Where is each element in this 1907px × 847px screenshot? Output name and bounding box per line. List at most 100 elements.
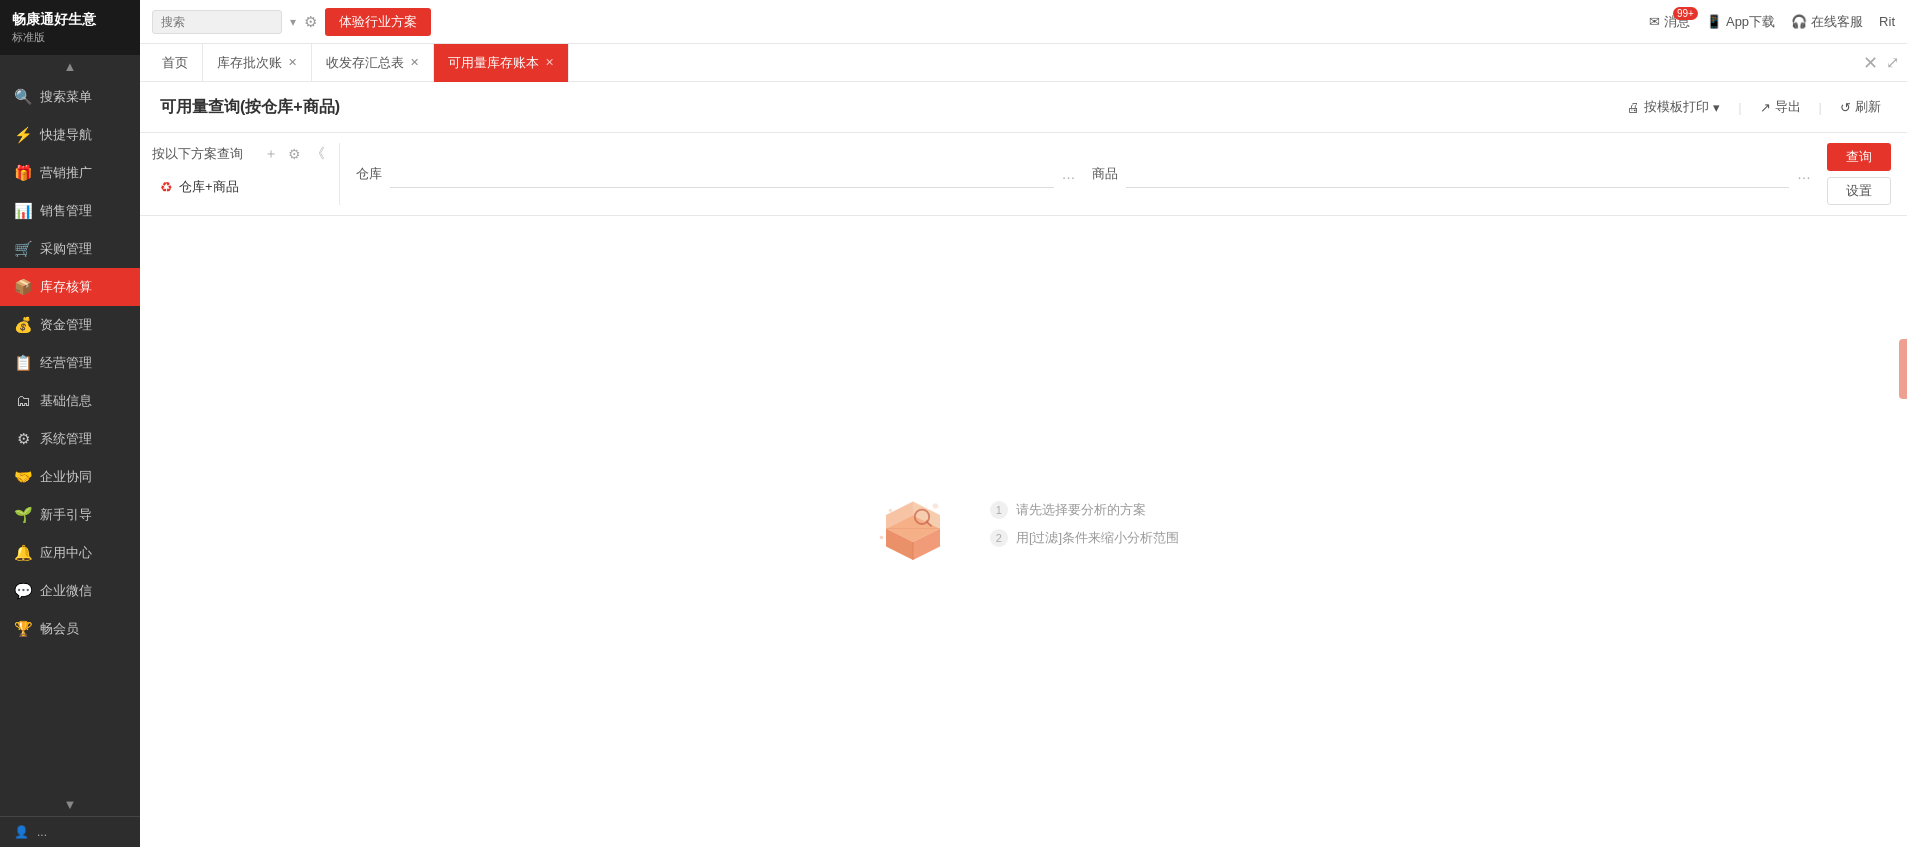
sidebar-item-marketing[interactable]: 🎁 营销推广 [0, 154, 140, 192]
query-filters-panel: 仓库 … 商品 … 查询 设置 [340, 143, 1907, 205]
sidebar-item-wechat[interactable]: 💬 企业微信 [0, 572, 140, 610]
empty-state: 1 请先选择要分析的方案 2 用[过滤]条件来缩小分析范围 [140, 216, 1907, 847]
sidebar-item-newbie[interactable]: 🌱 新手引导 [0, 496, 140, 534]
user-avatar-icon: 👤 [14, 825, 29, 839]
filter-goods-more-icon[interactable]: … [1797, 166, 1811, 182]
collapse-scheme-button[interactable]: 《 [309, 143, 327, 165]
add-scheme-button[interactable]: ＋ [262, 143, 280, 165]
settings-gear-icon[interactable]: ⚙ [304, 13, 317, 31]
export-label: 导出 [1775, 98, 1801, 116]
print-button[interactable]: 🖨 按模板打印 ▾ [1621, 94, 1726, 120]
refresh-button[interactable]: ↺ 刷新 [1834, 94, 1887, 120]
print-dropdown-icon: ▾ [1713, 100, 1720, 115]
sidebar-item-member[interactable]: 🏆 畅会员 [0, 610, 140, 648]
filter-goods-input[interactable] [1126, 160, 1790, 188]
scheme-warehouse-goods[interactable]: ♻ 仓库+商品 [152, 173, 327, 201]
scheme-label: 仓库+商品 [179, 178, 239, 196]
sidebar-item-search[interactable]: 🔍 搜索菜单 [0, 78, 140, 116]
query-schemes-panel: 按以下方案查询 ＋ ⚙ 《 ♻ 仓库+商品 [140, 143, 340, 205]
user-profile-button[interactable]: Rit [1879, 14, 1895, 29]
tab-batch-close-icon[interactable]: ✕ [288, 56, 297, 69]
online-service-button[interactable]: 🎧 在线客服 [1791, 13, 1863, 31]
hint-num-1: 1 [990, 501, 1008, 519]
app-download-button[interactable]: 📱 App下载 [1706, 13, 1775, 31]
filter-warehouse-input[interactable] [390, 160, 1054, 188]
setting-button[interactable]: 设置 [1827, 177, 1891, 205]
bell-icon: 🔔 [14, 544, 32, 562]
sidebar-item-operations[interactable]: 📋 经营管理 [0, 344, 140, 382]
sidebar: 畅康通好生意 标准版 ▲ 🔍 搜索菜单 ⚡ 快捷导航 🎁 营销推广 📊 销售管理… [0, 0, 140, 847]
print-label: 按模板打印 [1644, 98, 1709, 116]
empty-hints: 1 请先选择要分析的方案 2 用[过滤]条件来缩小分析范围 [990, 501, 1179, 547]
money-icon: 💰 [14, 316, 32, 334]
sidebar-item-inventory[interactable]: 📦 库存核算 [0, 268, 140, 306]
gear-icon: ⚙ [14, 430, 32, 448]
tabbar-right: ✕ ⤢ [1863, 52, 1899, 74]
page-actions: 🖨 按模板打印 ▾ | ↗ 导出 | ↺ 刷新 [1621, 94, 1887, 120]
message-icon: ✉ [1649, 14, 1660, 29]
sidebar-item-system[interactable]: ⚙ 系统管理 [0, 420, 140, 458]
trial-button[interactable]: 体验行业方案 [325, 8, 431, 36]
app-label: App下载 [1726, 13, 1775, 31]
sidebar-item-finance[interactable]: 💰 资金管理 [0, 306, 140, 344]
tabbar-expand-button[interactable]: ⤢ [1886, 53, 1899, 72]
sidebar-item-sales[interactable]: 📊 销售管理 [0, 192, 140, 230]
filter-warehouse-group: 仓库 … [356, 160, 1076, 188]
svg-point-9 [889, 508, 893, 512]
query-buttons-panel: 查询 设置 [1827, 143, 1891, 205]
chart-icon: 📊 [14, 202, 32, 220]
printer-icon: 🖨 [1627, 100, 1640, 115]
scheme-header-label: 按以下方案查询 [152, 145, 256, 163]
sidebar-scroll-down[interactable]: ▼ [0, 793, 140, 816]
tab-available-close-icon[interactable]: ✕ [545, 56, 554, 69]
query-button[interactable]: 查询 [1827, 143, 1891, 171]
sidebar-item-purchase[interactable]: 🛒 采购管理 [0, 230, 140, 268]
empty-visual: 1 请先选择要分析的方案 2 用[过滤]条件来缩小分析范围 [868, 479, 1179, 569]
tab-home[interactable]: 首页 [148, 44, 203, 82]
folder-icon: 🗂 [14, 392, 32, 409]
filter-goods-group: 商品 … [1092, 160, 1812, 188]
box-icon: 📦 [14, 278, 32, 296]
handshake-icon: 🤝 [14, 468, 32, 486]
topbar: ▾ ⚙ 体验行业方案 ✉ 消息 99+ 📱 App下载 🎧 在线客服 Rit [140, 0, 1907, 44]
action-divider-2: | [1819, 100, 1822, 115]
right-scrollbar[interactable] [1899, 339, 1907, 399]
message-button[interactable]: ✉ 消息 99+ [1649, 13, 1690, 31]
query-schemes-header: 按以下方案查询 ＋ ⚙ 《 [152, 143, 327, 165]
tab-summary[interactable]: 收发存汇总表 ✕ [312, 44, 434, 82]
filter-warehouse-more-icon[interactable]: … [1062, 166, 1076, 182]
sidebar-menu: 🔍 搜索菜单 ⚡ 快捷导航 🎁 营销推广 📊 销售管理 🛒 采购管理 📦 库存核… [0, 78, 140, 793]
tab-summary-label: 收发存汇总表 [326, 54, 404, 72]
sidebar-scroll-up[interactable]: ▲ [0, 55, 140, 78]
empty-illustration [868, 479, 958, 569]
hint-text-1: 请先选择要分析的方案 [1016, 501, 1146, 519]
hint-item-2: 2 用[过滤]条件来缩小分析范围 [990, 529, 1179, 547]
tab-batch[interactable]: 库存批次账 ✕ [203, 44, 312, 82]
sidebar-item-shortcut[interactable]: ⚡ 快捷导航 [0, 116, 140, 154]
filter-goods-label: 商品 [1092, 165, 1118, 183]
gift-icon: 🎁 [14, 164, 32, 182]
sidebar-item-basic[interactable]: 🗂 基础信息 [0, 382, 140, 420]
topbar-search-input[interactable] [152, 10, 282, 34]
edition-label: 标准版 [12, 30, 128, 45]
svg-point-11 [880, 535, 884, 539]
tabbar-close-button[interactable]: ✕ [1863, 52, 1878, 74]
query-area: 按以下方案查询 ＋ ⚙ 《 ♻ 仓库+商品 仓库 … 商品 [140, 133, 1907, 216]
action-divider-1: | [1738, 100, 1741, 115]
flash-icon: ⚡ [14, 126, 32, 144]
page-content: 可用量查询(按仓库+商品) 🖨 按模板打印 ▾ | ↗ 导出 | ↺ 刷新 [140, 82, 1907, 847]
hint-item-1: 1 请先选择要分析的方案 [990, 501, 1179, 519]
sidebar-item-apps[interactable]: 🔔 应用中心 [0, 534, 140, 572]
tab-available[interactable]: 可用量库存账本 ✕ [434, 44, 569, 82]
hint-text-2: 用[过滤]条件来缩小分析范围 [1016, 529, 1179, 547]
user-name-label: Rit [1879, 14, 1895, 29]
sidebar-user-label: ... [37, 825, 47, 839]
trophy-icon: 🏆 [14, 620, 32, 638]
tab-summary-close-icon[interactable]: ✕ [410, 56, 419, 69]
sidebar-logo: 畅康通好生意 标准版 [0, 0, 140, 55]
sidebar-bottom-user[interactable]: 👤 ... [0, 816, 140, 847]
export-button[interactable]: ↗ 导出 [1754, 94, 1807, 120]
sidebar-item-cooperation[interactable]: 🤝 企业协同 [0, 458, 140, 496]
dropdown-arrow-icon[interactable]: ▾ [290, 15, 296, 29]
manage-scheme-button[interactable]: ⚙ [286, 144, 303, 164]
